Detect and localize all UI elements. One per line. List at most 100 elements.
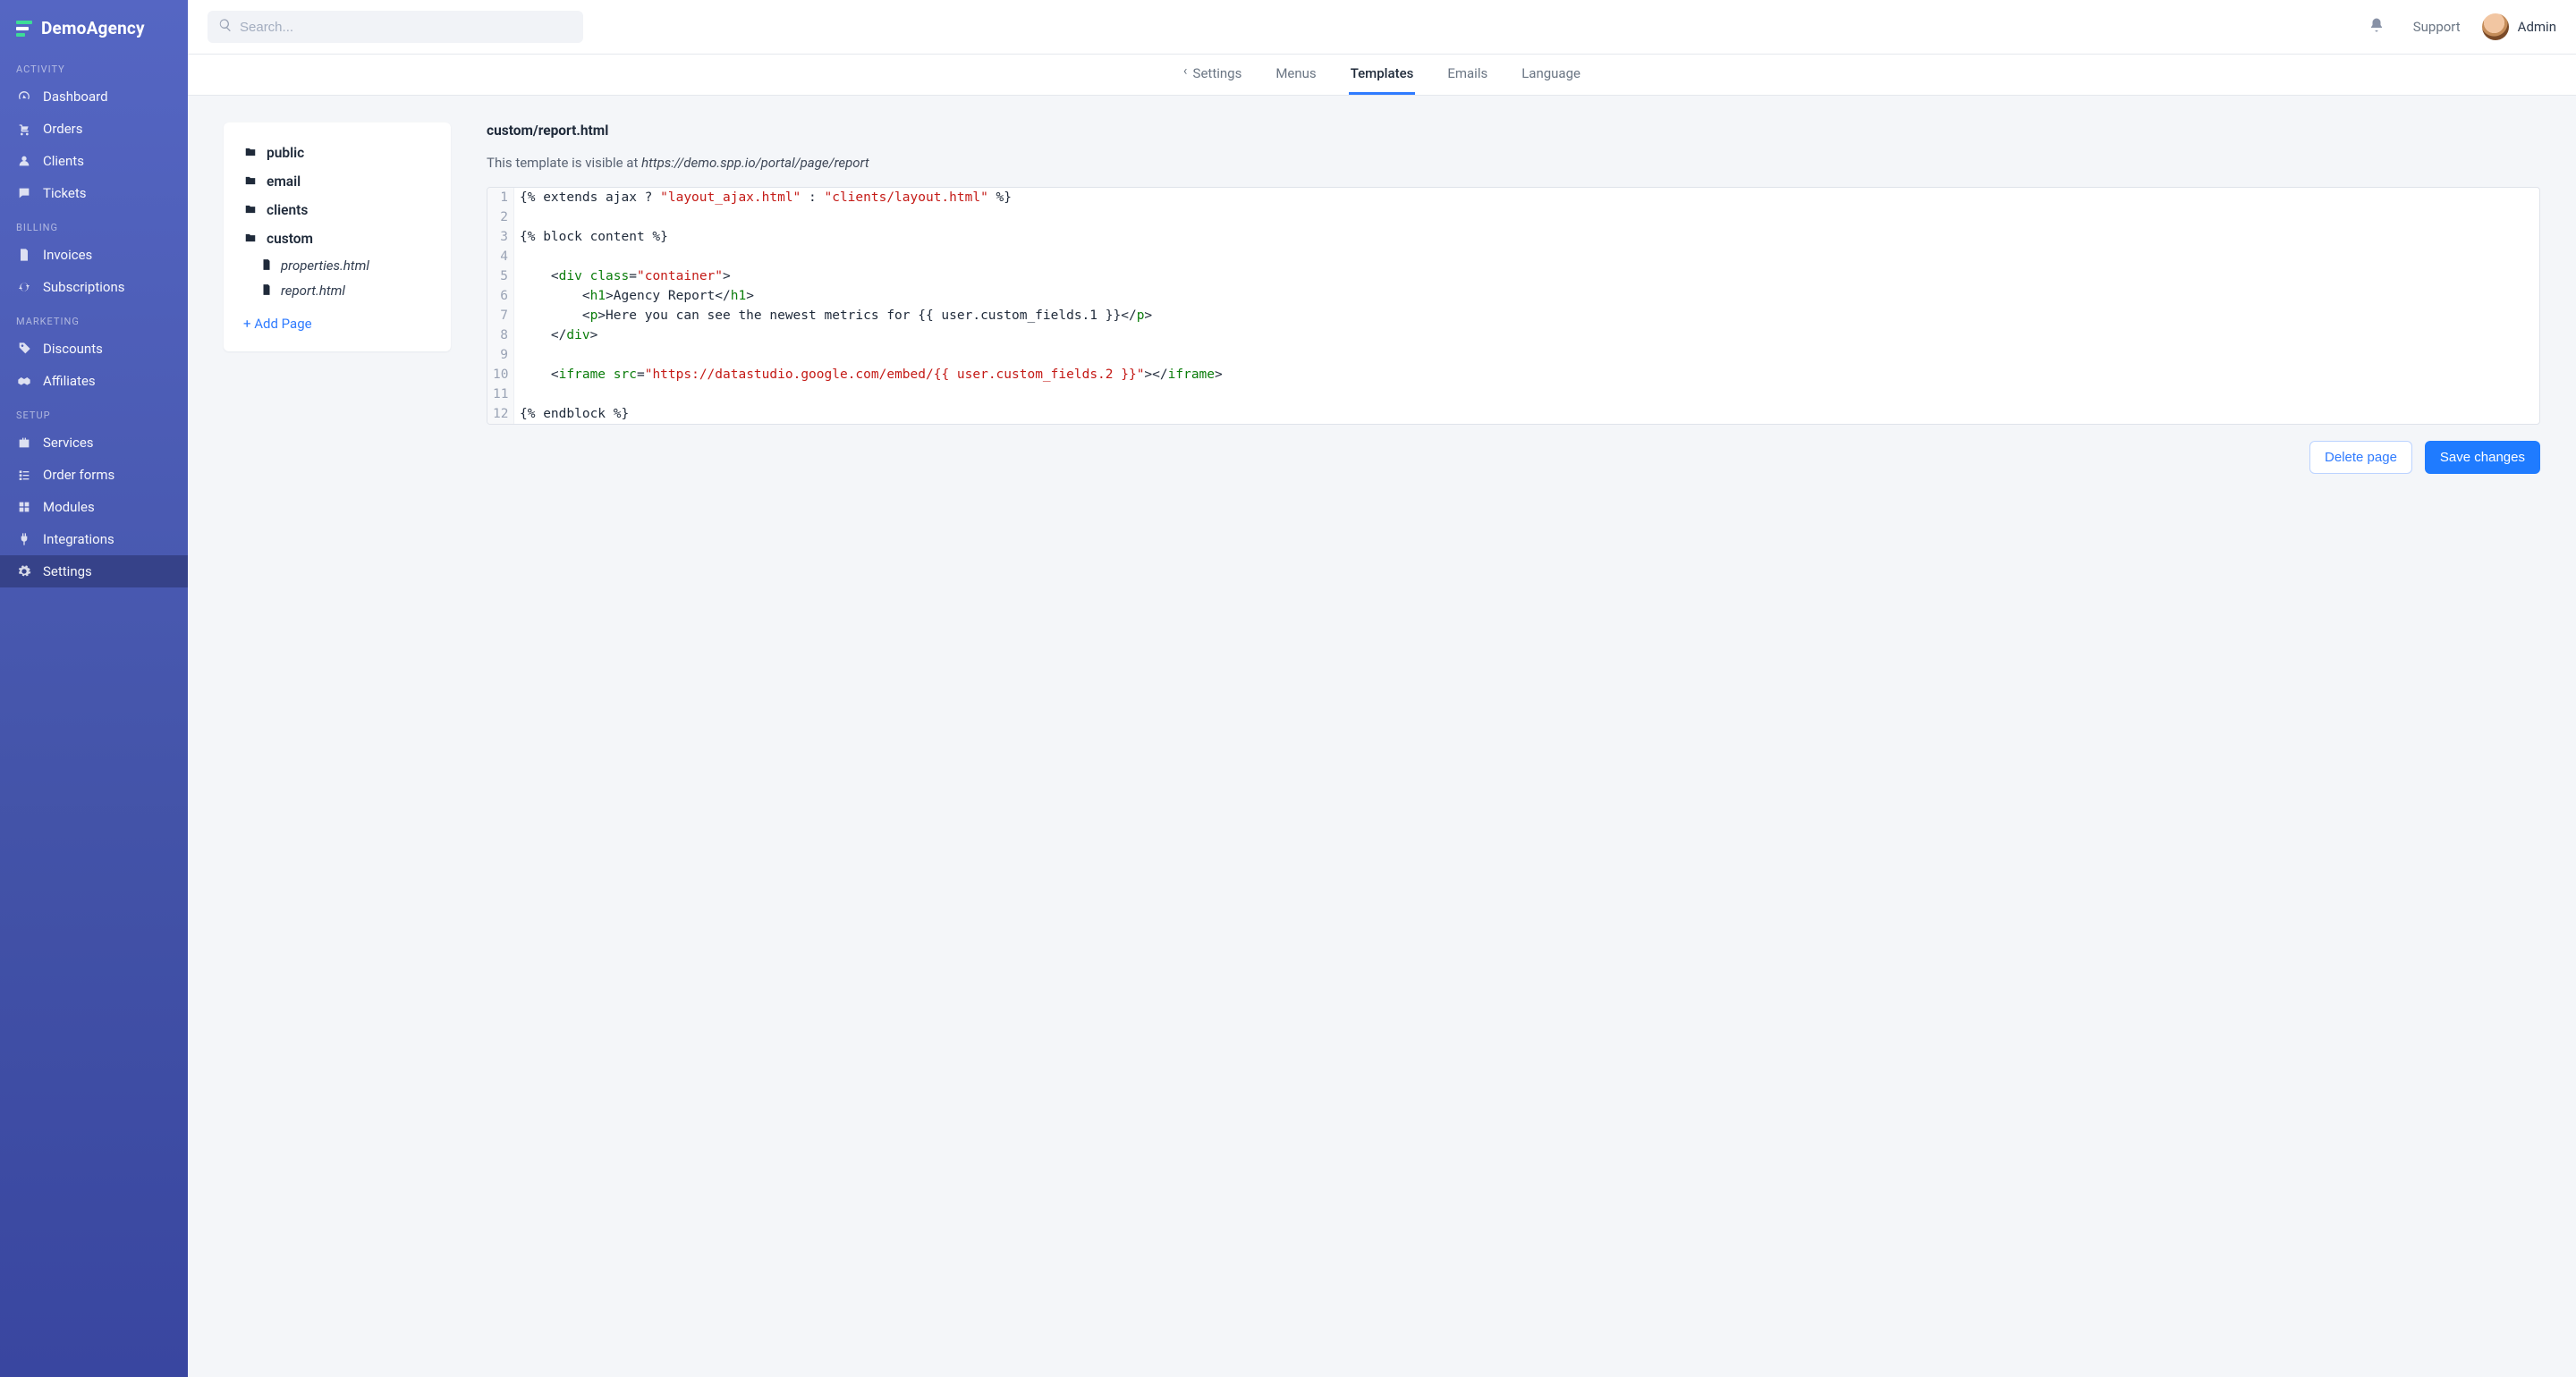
sidebar-item-services[interactable]: Services [0, 427, 188, 459]
add-page-button[interactable]: + Add Page [243, 303, 431, 332]
nav-label: Dashboard [43, 89, 108, 105]
folder-label: public [267, 145, 304, 161]
section-label-activity: ACTIVITY [0, 51, 188, 80]
chevron-left-icon: › [1183, 64, 1188, 80]
nav-label: Settings [43, 563, 92, 579]
brand[interactable]: DemoAgency [0, 13, 188, 51]
folder-clients[interactable]: clients [243, 196, 431, 224]
line-number: 4 [487, 247, 514, 266]
gear-icon [16, 563, 32, 579]
template-visible-note: This template is visible at https://demo… [487, 155, 2540, 171]
code-line[interactable]: {% block content %} [514, 227, 2539, 247]
document-icon [16, 247, 32, 263]
tachometer-icon [16, 89, 32, 105]
settings-tabs: ›Settings Menus Templates Emails Languag… [188, 55, 2576, 96]
folder-public[interactable]: public [243, 139, 431, 167]
code-editor[interactable]: 1{% extends ajax ? "layout_ajax.html" : … [487, 187, 2540, 425]
line-number: 7 [487, 306, 514, 325]
folder-icon [243, 203, 258, 217]
tab-back-settings[interactable]: ›Settings [1182, 55, 1243, 95]
chat-icon [16, 185, 32, 201]
nav-label: Invoices [43, 247, 92, 263]
file-label: report.html [281, 283, 345, 299]
section-label-marketing: MARKETING [0, 303, 188, 333]
user-menu[interactable]: Admin [2482, 13, 2556, 40]
nav-label: Services [43, 435, 94, 451]
tab-label: Emails [1447, 65, 1487, 81]
code-line[interactable]: {% extends ajax ? "layout_ajax.html" : "… [514, 188, 2539, 207]
sidebar-item-affiliates[interactable]: Affiliates [0, 365, 188, 397]
code-line[interactable] [514, 207, 2539, 227]
topbar: Support Admin [188, 0, 2576, 55]
folder-custom[interactable]: custom [243, 224, 431, 253]
code-line[interactable]: <div class="container"> [514, 266, 2539, 286]
tab-menus[interactable]: Menus [1274, 55, 1318, 95]
plug-icon [16, 531, 32, 547]
file-label: properties.html [281, 258, 369, 274]
sidebar-item-discounts[interactable]: Discounts [0, 333, 188, 365]
tab-emails[interactable]: Emails [1445, 55, 1489, 95]
folder-label: custom [267, 231, 313, 247]
nav-label: Discounts [43, 341, 103, 357]
sidebar-item-tickets[interactable]: Tickets [0, 177, 188, 209]
line-number: 2 [487, 207, 514, 227]
section-label-billing: BILLING [0, 209, 188, 239]
line-number: 8 [487, 325, 514, 345]
nav-label: Tickets [43, 185, 87, 201]
folder-email[interactable]: email [243, 167, 431, 196]
sidebar-item-modules[interactable]: Modules [0, 491, 188, 523]
folder-icon [243, 146, 258, 160]
sidebar-item-orders[interactable]: Orders [0, 113, 188, 145]
nav-label: Clients [43, 153, 84, 169]
code-line[interactable] [514, 384, 2539, 404]
sidebar-item-clients[interactable]: Clients [0, 145, 188, 177]
code-line[interactable] [514, 247, 2539, 266]
nav-label: Order forms [43, 467, 114, 483]
code-line[interactable]: </div> [514, 325, 2539, 345]
code-line[interactable] [514, 345, 2539, 365]
refresh-icon [16, 279, 32, 295]
visible-url[interactable]: https://demo.spp.io/portal/page/report [641, 155, 869, 171]
file-report[interactable]: report.html [243, 278, 431, 303]
tab-label: Language [1521, 65, 1580, 81]
support-link[interactable]: Support [2404, 13, 2470, 40]
nav-label: Affiliates [43, 373, 96, 389]
sidebar-item-integrations[interactable]: Integrations [0, 523, 188, 555]
brand-logo-icon [16, 21, 32, 37]
briefcase-icon [16, 435, 32, 451]
template-path: custom/report.html [487, 122, 2540, 139]
sidebar-item-dashboard[interactable]: Dashboard [0, 80, 188, 113]
user-name: Admin [2518, 19, 2556, 35]
cart-icon [16, 121, 32, 137]
search-box[interactable] [208, 11, 583, 43]
file-properties[interactable]: properties.html [243, 253, 431, 278]
nav-label: Orders [43, 121, 83, 137]
sidebar: DemoAgency ACTIVITY Dashboard Orders Cli… [0, 0, 188, 1377]
brand-name: DemoAgency [41, 18, 145, 38]
nav-label: Integrations [43, 531, 114, 547]
editor-actions: Delete page Save changes [487, 441, 2540, 474]
line-number: 1 [487, 188, 514, 207]
sidebar-item-settings[interactable]: Settings [0, 555, 188, 587]
section-label-setup: SETUP [0, 397, 188, 427]
sidebar-item-order-forms[interactable]: Order forms [0, 459, 188, 491]
code-line[interactable]: <p>Here you can see the newest metrics f… [514, 306, 2539, 325]
code-line[interactable]: <iframe src="https://datastudio.google.c… [514, 365, 2539, 384]
tab-language[interactable]: Language [1520, 55, 1582, 95]
file-icon [259, 283, 274, 298]
sidebar-item-invoices[interactable]: Invoices [0, 239, 188, 271]
folder-icon [243, 232, 258, 246]
sidebar-item-subscriptions[interactable]: Subscriptions [0, 271, 188, 303]
search-input[interactable] [240, 20, 572, 35]
tab-templates[interactable]: Templates [1349, 55, 1416, 95]
tab-label: Templates [1351, 65, 1414, 81]
notifications-button[interactable] [2361, 12, 2392, 42]
code-line[interactable]: {% endblock %} [514, 404, 2539, 424]
save-changes-button[interactable]: Save changes [2425, 441, 2540, 474]
template-tree: public email clients custom properties.h… [224, 122, 451, 351]
code-line[interactable]: <h1>Agency Report</h1> [514, 286, 2539, 306]
handshake-icon [16, 373, 32, 389]
file-icon [259, 258, 274, 273]
delete-page-button[interactable]: Delete page [2309, 441, 2412, 474]
line-number: 5 [487, 266, 514, 286]
